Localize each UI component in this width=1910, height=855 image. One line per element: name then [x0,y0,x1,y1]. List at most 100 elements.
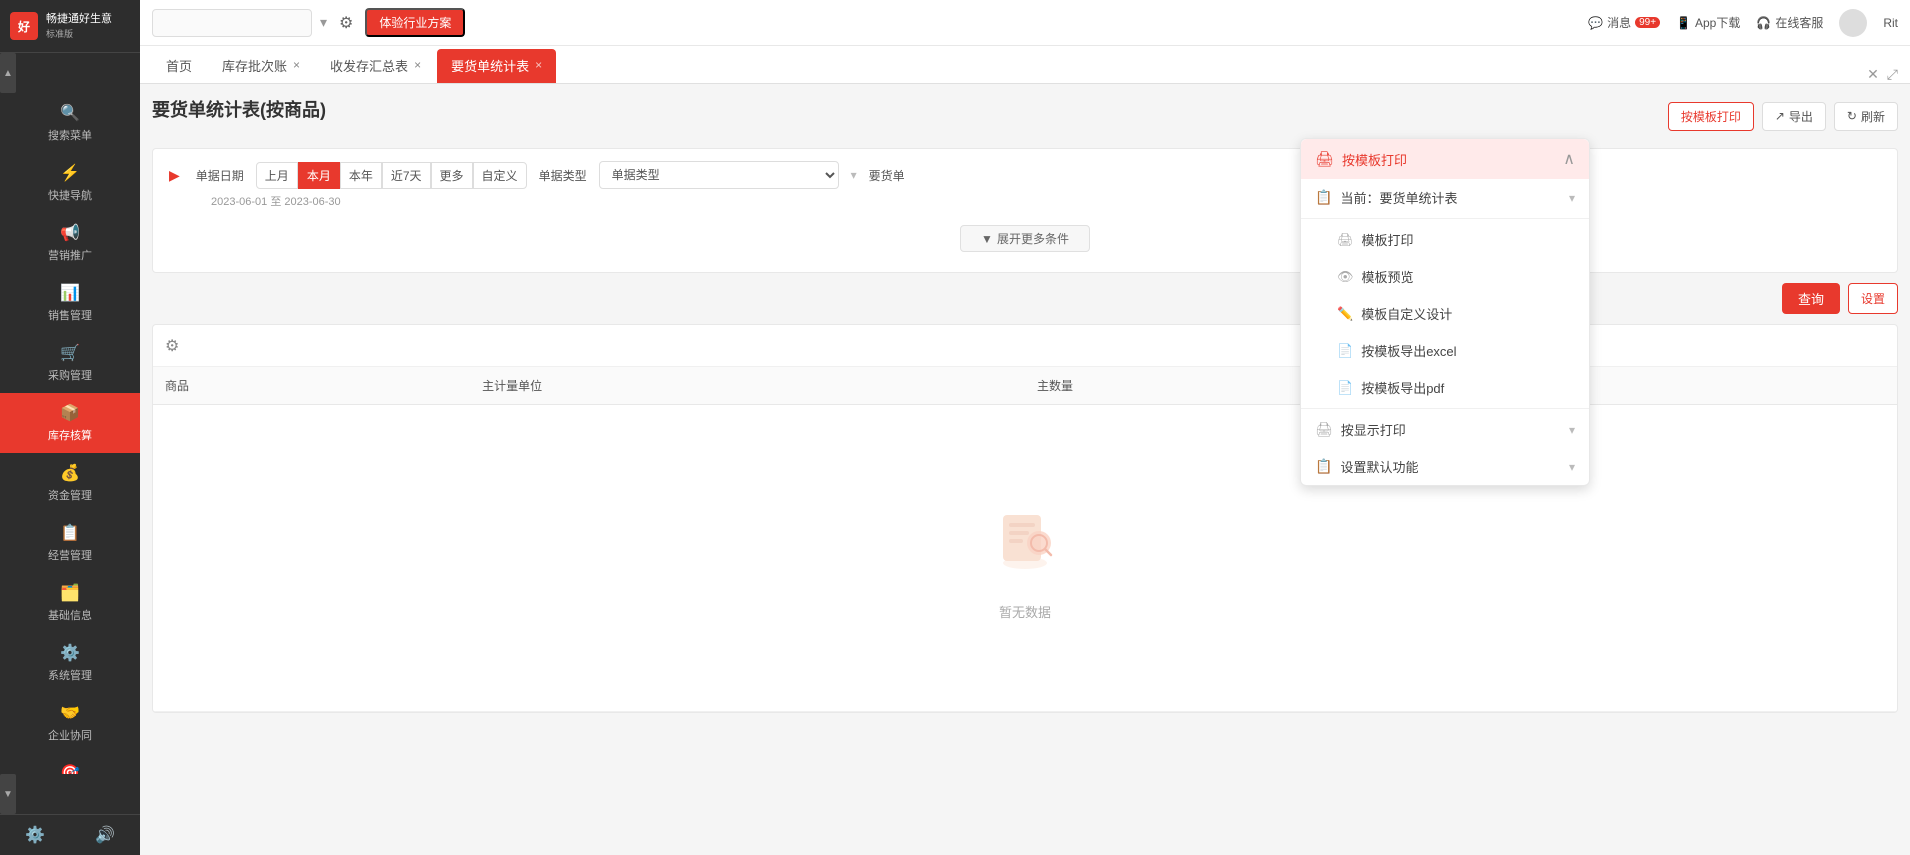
topbar: ▾ ⚙ 体验行业方案 💬 消息 99+ 📱 App下载 🎧 在线客服 Rit [140,0,1910,46]
divider-2 [1301,408,1589,409]
template-print-item[interactable]: 🖨 模板打印 [1301,221,1589,258]
marketing-icon: 📢 [60,223,80,243]
template-excel-item[interactable]: 📄 按模板导出excel [1301,332,1589,369]
sidebar-item-label: 营销推广 [48,247,92,263]
template-preview-item[interactable]: 👁 模板预览 [1301,258,1589,295]
refresh-icon: ↻ [1847,109,1857,123]
sidebar-item-operation[interactable]: 📋 经营管理 [0,513,140,573]
type-filter-select[interactable]: 单据类型 [599,161,839,189]
sidebar: 好 畅捷通好生意 标准版 ▲ 🔍 搜索菜单 ⚡ 快捷导航 📢 营销推广 📊 销售… [0,0,140,855]
tab-requisition-label: 要货单统计表 [451,56,529,75]
trial-button[interactable]: 体验行业方案 [365,8,465,37]
template-pdf-left: 📄 按模板导出pdf [1337,378,1444,397]
empty-state: 暂无数据 [165,415,1885,701]
date-this-year-btn[interactable]: 本年 [340,162,382,189]
content-area: 要货单统计表(按商品) 按模板打印 ↗ 导出 ↻ 刷新 ▶ 单据日期 [140,84,1910,855]
data-table: 商品 主计量单位 主数量 零售金额 [153,367,1897,712]
printer-icon: 🖨 [1315,150,1334,168]
search-input[interactable] [152,9,312,37]
tab-batch-close[interactable]: × [293,58,300,72]
purchase-icon: 🛒 [60,343,80,363]
expand-arrow-icon[interactable]: ▶ [169,167,180,184]
messages-btn[interactable]: 💬 消息 99+ [1588,14,1660,31]
template-pdf-item[interactable]: 📄 按模板导出pdf [1301,369,1589,406]
display-print-left: 🖨 按显示打印 [1315,420,1406,439]
export-btn[interactable]: ↗ 导出 [1762,102,1826,131]
current-template-section[interactable]: 📋 当前：要货单统计表 ▾ [1301,179,1589,216]
table-header-row: 商品 主计量单位 主数量 零售金额 [153,367,1897,405]
sidebar-item-guide[interactable]: 🎯 新手引导 [0,753,140,774]
service-btn[interactable]: 🎧 在线客服 [1756,14,1823,31]
sidebar-item-finance[interactable]: 💰 资金管理 [0,453,140,513]
table-gear-icon[interactable]: ⚙ [165,336,179,356]
template-design-item[interactable]: ✏️ 模板自定义设计 [1301,295,1589,332]
setting-btn[interactable]: 设置 [1848,283,1898,314]
default-func-left: 📋 设置默认功能 [1315,457,1418,476]
finance-icon: 💰 [60,463,80,483]
sound-icon[interactable]: 🔊 [95,825,115,845]
dropdown-arrow-icon[interactable]: ▾ [320,14,327,31]
current-template-label: 当前：要货单统计表 [1340,188,1457,207]
tab-bar: 首页 库存批次账 × 收发存汇总表 × 要货单统计表 × ✕ ⤢ [140,46,1910,84]
sidebar-item-collab[interactable]: 🤝 企业协同 [0,693,140,753]
sidebar-item-label: 采购管理 [48,367,92,383]
filter-card: ▶ 单据日期 上月 本月 本年 近7天 更多 自定义 单据类型 单据类型 ▾ 要… [152,148,1898,273]
system-icon: ⚙️ [60,643,80,663]
sidebar-item-label: 资金管理 [48,487,92,503]
template-preview-label: 模板预览 [1362,267,1414,286]
pdf-icon: 📄 [1337,380,1353,396]
query-btn[interactable]: 查询 [1782,283,1840,314]
sidebar-item-sales[interactable]: 📊 销售管理 [0,273,140,333]
sidebar-item-label: 基础信息 [48,607,92,623]
filter-row-1: ▶ 单据日期 上月 本月 本年 近7天 更多 自定义 单据类型 单据类型 ▾ 要… [169,161,1881,189]
sidebar-item-label: 企业协同 [48,727,92,743]
expand-more-btn[interactable]: ▼ 展开更多条件 [960,225,1090,252]
sidebar-item-marketing[interactable]: 📢 营销推广 [0,213,140,273]
sidebar-item-label: 系统管理 [48,667,92,683]
date-7days-btn[interactable]: 近7天 [382,162,431,189]
tab-collection-close[interactable]: × [414,58,421,72]
date-custom-btn[interactable]: 自定义 [473,162,527,189]
scroll-down-btn[interactable]: ▼ [0,774,16,814]
guide-icon: 🎯 [60,763,80,774]
tab-collection[interactable]: 收发存汇总表 × [316,49,435,83]
sidebar-item-purchase[interactable]: 🛒 采购管理 [0,333,140,393]
sidebar-item-inventory[interactable]: 📦 库存核算 [0,393,140,453]
preview-icon: 👁 [1337,269,1354,285]
logo-text-block: 畅捷通好生意 标准版 [46,12,112,40]
gear-icon[interactable]: ⚙ [339,13,353,33]
print-template-btn[interactable]: 按模板打印 [1668,102,1754,131]
window-close-icon[interactable]: ✕ [1867,66,1879,83]
sidebar-item-search[interactable]: 🔍 搜索菜单 [0,93,140,153]
display-print-section[interactable]: 🖨 按显示打印 ▾ [1301,411,1589,448]
sidebar-item-system[interactable]: ⚙️ 系统管理 [0,633,140,693]
default-func-label: 设置默认功能 [1340,457,1418,476]
inventory-icon: 📦 [60,403,80,423]
tab-requisition-close[interactable]: × [535,58,542,72]
default-func-section[interactable]: 📋 设置默认功能 ▾ [1301,448,1589,485]
tab-requisition[interactable]: 要货单统计表 × [437,49,556,83]
date-prev-month-btn[interactable]: 上月 [256,162,298,189]
logo-title: 畅捷通好生意 [46,12,112,27]
scroll-up-btn[interactable]: ▲ [0,53,16,93]
expand-label: 展开更多条件 [997,230,1069,247]
window-controls: ✕ ⤢ [1867,66,1898,83]
refresh-btn[interactable]: ↻ 刷新 [1834,102,1898,131]
main-area: ▾ ⚙ 体验行业方案 💬 消息 99+ 📱 App下载 🎧 在线客服 Rit 首… [140,0,1910,855]
sidebar-item-label: 快捷导航 [48,187,92,203]
sales-icon: 📊 [60,283,80,303]
avatar[interactable] [1839,9,1867,37]
dropdown-close-btn[interactable]: ∧ [1563,149,1575,169]
sidebar-item-quicknav[interactable]: ⚡ 快捷导航 [0,153,140,213]
tab-batch[interactable]: 库存批次账 × [208,49,314,83]
app-download-btn[interactable]: 📱 App下载 [1676,14,1740,31]
settings-bottom-icon[interactable]: ⚙️ [25,825,45,845]
window-expand-icon[interactable]: ⤢ [1887,66,1898,83]
sidebar-item-label: 经营管理 [48,547,92,563]
sidebar-item-basic[interactable]: 🗂️ 基础信息 [0,573,140,633]
date-more-btn[interactable]: 更多 [431,162,473,189]
messages-badge: 99+ [1635,17,1660,28]
date-this-month-btn[interactable]: 本月 [298,162,340,189]
tab-home[interactable]: 首页 [152,49,206,83]
template-print-icon: 🖨 [1337,232,1354,248]
